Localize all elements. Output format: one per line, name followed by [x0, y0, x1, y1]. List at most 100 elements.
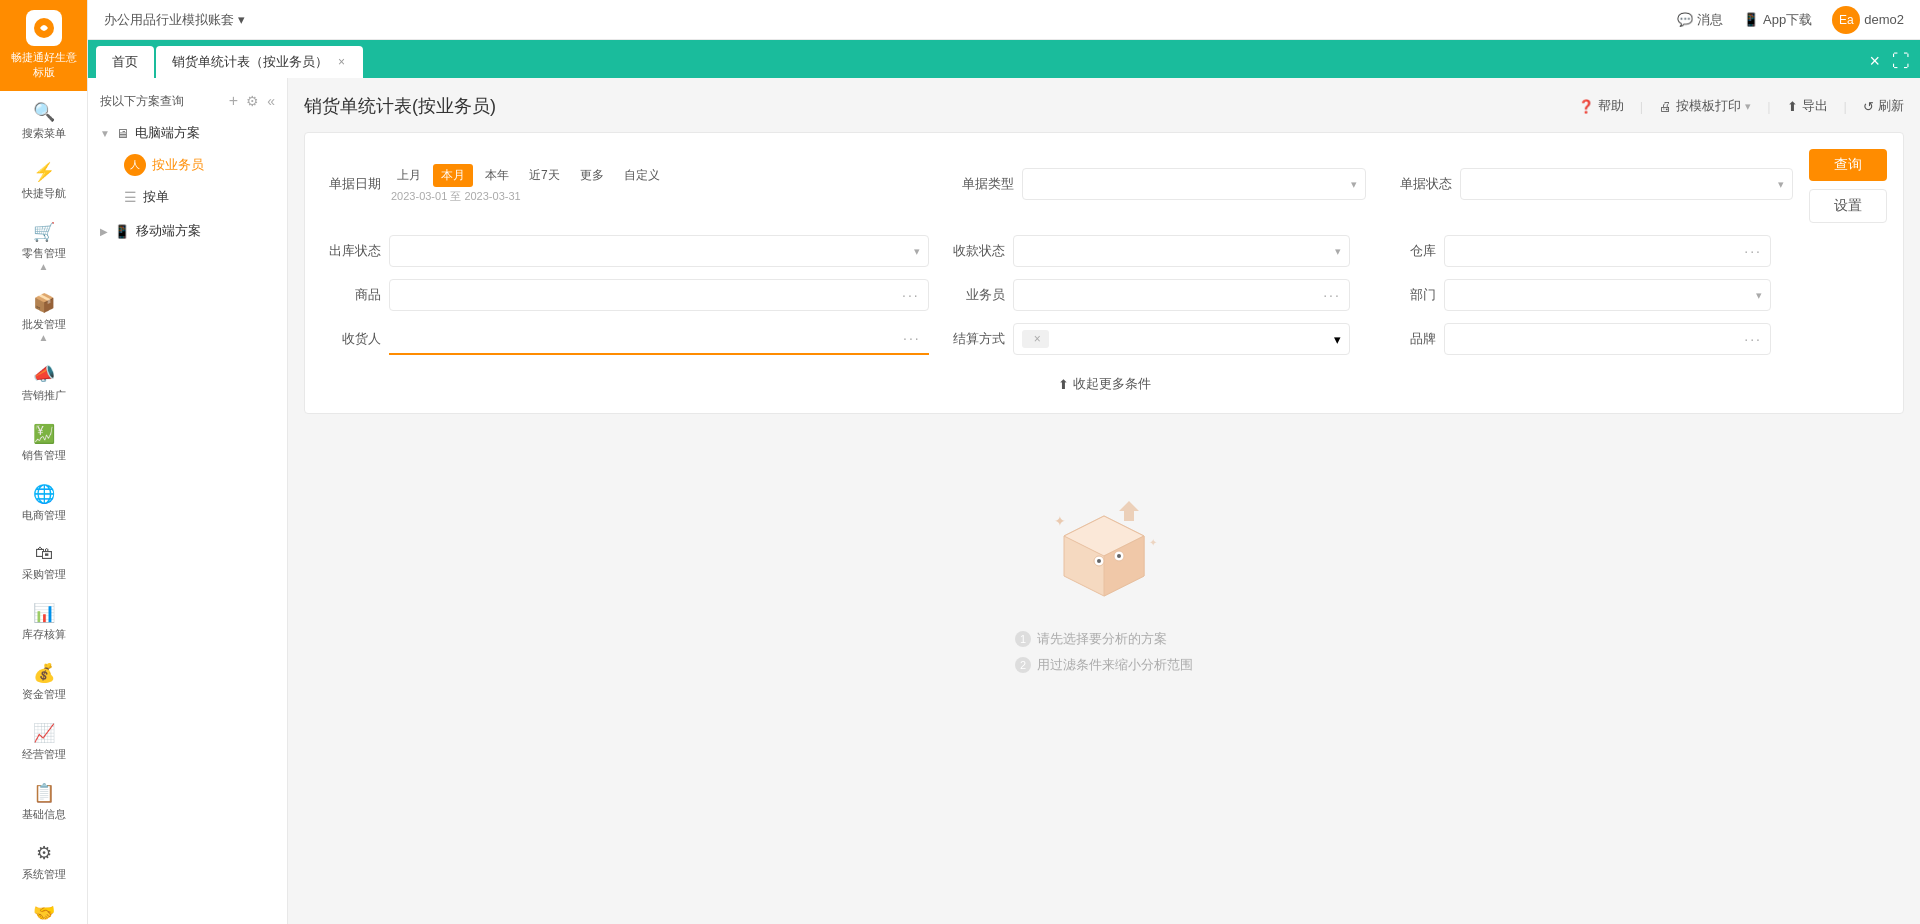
settings-button[interactable]: 设置	[1809, 189, 1887, 223]
empty-illustration: ✦ ✦	[1044, 486, 1164, 606]
brand-input[interactable]: ···	[1444, 323, 1771, 355]
filter-brand-item: 品牌 ···	[1366, 323, 1771, 355]
tree-mobile-header[interactable]: ▶ 📱 移动端方案	[88, 216, 287, 246]
inventory-icon: 📊	[33, 602, 55, 624]
goods-dots[interactable]: ···	[902, 287, 920, 303]
date-tab-custom[interactable]: 自定义	[616, 164, 668, 187]
print-label: 按模板打印	[1676, 97, 1741, 115]
mobile-section-label: 移动端方案	[136, 222, 201, 240]
sidebar-item-purchase[interactable]: 🛍 采购管理	[0, 533, 87, 592]
tab-sales-stats[interactable]: 销货单统计表（按业务员） ×	[156, 46, 363, 78]
warehouse-input[interactable]: ···	[1444, 235, 1771, 267]
sidebar-item-system[interactable]: ⚙ 系统管理	[0, 832, 87, 892]
left-panel: 按以下方案查询 + ⚙ « ▼ 🖥 电脑端方案 人 按业务员	[88, 78, 288, 924]
filter-row-1: 单据日期 上月 本月 本年 近7天 更多 自定义 20	[321, 145, 1887, 223]
print-dropdown-arrow[interactable]: ▾	[1745, 100, 1751, 113]
settlement-tag-close-icon[interactable]: ×	[1034, 332, 1041, 346]
sidebar-item-retail[interactable]: 🛒 零售管理 ▲	[0, 211, 87, 282]
date-tab-current-year[interactable]: 本年	[477, 164, 517, 187]
salesperson-input[interactable]: ···	[1013, 279, 1350, 311]
print-action[interactable]: 🖨 按模板打印 ▾	[1659, 97, 1751, 115]
warehouse-dots[interactable]: ···	[1744, 243, 1762, 259]
query-button[interactable]: 查询	[1809, 149, 1887, 181]
filter-receiptstatus-item: 收款状态 ▾	[945, 235, 1350, 267]
sidebar-item-ecommerce[interactable]: 🌐 电商管理	[0, 473, 87, 533]
sidebar-item-inventory[interactable]: 📊 库存核算	[0, 592, 87, 652]
filter-consignee-item: 收货人 ···	[321, 323, 929, 355]
tab-maximize-icon[interactable]: ⛶	[1890, 49, 1912, 74]
sidebar-item-search-label: 搜索菜单	[22, 126, 66, 141]
sidebar-inventory-label: 库存核算	[22, 627, 66, 642]
purchase-icon: 🛍	[35, 543, 53, 564]
brand-dots[interactable]: ···	[1744, 331, 1762, 347]
sidebar-item-wholesale[interactable]: 📦 批发管理 ▲	[0, 282, 87, 353]
date-tab-prev-month[interactable]: 上月	[389, 164, 429, 187]
goods-label: 商品	[321, 286, 381, 304]
panel-collapse-icon[interactable]: «	[267, 93, 275, 109]
date-tab-current-month[interactable]: 本月	[433, 164, 473, 187]
filter-salesperson-item: 业务员 ···	[945, 279, 1350, 311]
settlement-chevron-icon: ▾	[1334, 332, 1341, 347]
sidebar-item-basics[interactable]: 📋 基础信息	[0, 772, 87, 832]
salesperson-active-icon: 人	[124, 154, 146, 176]
collapse-bar[interactable]: ⬆ 收起更多条件	[321, 367, 1887, 401]
warehouse-label: 仓库	[1366, 242, 1436, 260]
sidebar: 畅捷通好生意 标版 🔍 搜索菜单 ⚡ 快捷导航 🛒 零售管理 ▲ 📦 批发管理 …	[0, 0, 88, 924]
doctype-select[interactable]: ▾	[1022, 168, 1365, 200]
goods-input[interactable]: ···	[389, 279, 929, 311]
tab-close-icon[interactable]: ×	[336, 53, 347, 71]
sidebar-item-marketing[interactable]: 📣 营销推广	[0, 353, 87, 413]
export-action[interactable]: ⬆ 导出	[1787, 97, 1828, 115]
outstatus-select[interactable]: ▾	[389, 235, 929, 267]
app-download-item[interactable]: 📱 App下载	[1743, 11, 1812, 29]
tab-minimize-icon[interactable]: ×	[1867, 49, 1882, 74]
collapse-label: 收起更多条件	[1073, 375, 1151, 393]
refresh-icon: ↺	[1863, 99, 1874, 114]
settlement-input[interactable]: × ▾	[1013, 323, 1350, 355]
filter-row-4: 收货人 ··· 结算方式 ×	[321, 323, 1887, 355]
enterprise-icon: 🤝	[33, 902, 55, 924]
dropdown-arrow: ▾	[238, 12, 245, 27]
quicknav-icon: ⚡	[33, 161, 55, 183]
consignee-dots[interactable]: ···	[903, 330, 921, 346]
company-name: 办公用品行业模拟账套	[104, 11, 234, 29]
settlement-tag: ×	[1022, 330, 1049, 348]
collapse-up-icon: ⬆	[1058, 377, 1069, 392]
department-select[interactable]: ▾	[1444, 279, 1771, 311]
salesperson-dots[interactable]: ···	[1323, 287, 1341, 303]
sidebar-item-operations[interactable]: 📈 经营管理	[0, 712, 87, 772]
date-tab-7days[interactable]: 近7天	[521, 164, 568, 187]
help-action[interactable]: ❓ 帮助	[1578, 97, 1624, 115]
date-tabs: 上月 本月 本年 近7天 更多 自定义	[389, 164, 938, 187]
tab-home[interactable]: 首页	[96, 46, 154, 78]
filter-section: 单据日期 上月 本月 本年 近7天 更多 自定义 20	[304, 132, 1904, 414]
user-item[interactable]: Ea demo2	[1832, 6, 1904, 34]
company-selector[interactable]: 办公用品行业模拟账套 ▾	[104, 11, 245, 29]
filter-date-item: 单据日期 上月 本月 本年 近7天 更多 自定义 20	[321, 164, 938, 204]
message-icon: 💬	[1677, 12, 1693, 27]
docstatus-select[interactable]: ▾	[1460, 168, 1793, 200]
date-tab-more[interactable]: 更多	[572, 164, 612, 187]
export-icon: ⬆	[1787, 99, 1798, 114]
tab-sales-stats-label: 销货单统计表（按业务员）	[172, 53, 328, 71]
panel-add-icon[interactable]: +	[229, 92, 238, 110]
tree-item-by-salesperson[interactable]: 人 按业务员	[112, 148, 287, 182]
search-icon: 🔍	[33, 101, 55, 123]
sidebar-item-enterprise[interactable]: 🤝 企业协同	[0, 892, 87, 924]
sidebar-purchase-label: 采购管理	[22, 567, 66, 582]
tree-desktop-section[interactable]: ▼ 🖥 电脑端方案	[88, 118, 287, 148]
panel-settings-icon[interactable]: ⚙	[246, 93, 259, 109]
sidebar-item-finance[interactable]: 💰 资金管理	[0, 652, 87, 712]
consignee-input[interactable]: ···	[389, 323, 929, 355]
sidebar-item-quicknav[interactable]: ⚡ 快捷导航	[0, 151, 87, 211]
sidebar-item-sales[interactable]: 💹 销售管理	[0, 413, 87, 473]
retail-icon: 🛒	[33, 221, 55, 243]
avatar-initials: Ea	[1839, 13, 1854, 27]
sales-icon: 💹	[33, 423, 55, 445]
sidebar-item-search[interactable]: 🔍 搜索菜单	[0, 91, 87, 151]
tree-item-by-order[interactable]: ☰ 按单	[112, 182, 287, 212]
refresh-action[interactable]: ↺ 刷新	[1863, 97, 1904, 115]
panel-header-label: 按以下方案查询	[100, 93, 184, 110]
receiptstatus-select[interactable]: ▾	[1013, 235, 1350, 267]
message-item[interactable]: 💬 消息	[1677, 11, 1723, 29]
